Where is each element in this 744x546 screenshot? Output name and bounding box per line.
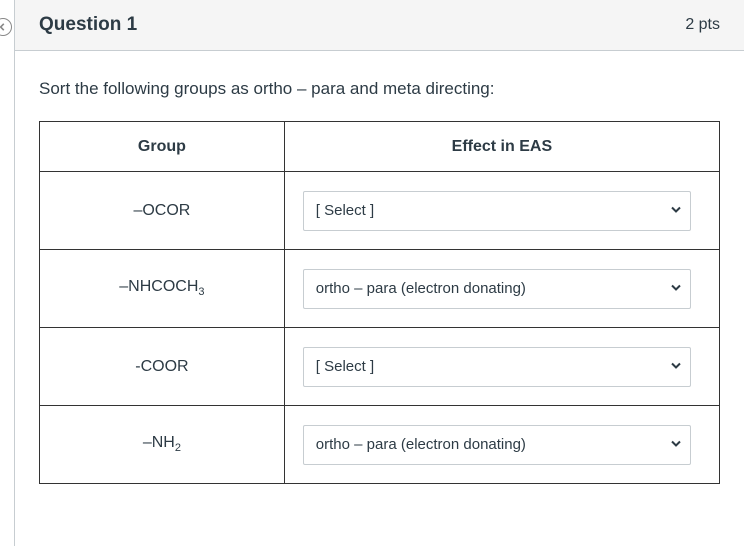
select-value: [ Select ]: [316, 358, 374, 375]
effect-select[interactable]: ortho – para (electron donating): [303, 425, 691, 465]
group-label: -COOR: [135, 358, 188, 375]
table-row: –NH2 ortho – para (electron donating): [40, 406, 720, 484]
select-value: ortho – para (electron donating): [316, 436, 526, 453]
group-label: –OCOR: [133, 202, 190, 219]
select-value: ortho – para (electron donating): [316, 280, 526, 297]
table-row: –OCOR [ Select ]: [40, 172, 720, 250]
chevron-down-icon: [670, 202, 682, 219]
table-row: -COOR [ Select ]: [40, 328, 720, 406]
effect-select[interactable]: ortho – para (electron donating): [303, 269, 691, 309]
question-header: Question 1 2 pts: [15, 0, 744, 51]
group-label: –NHCOCH3: [119, 278, 204, 295]
effect-select[interactable]: [ Select ]: [303, 347, 691, 387]
column-header-effect: Effect in EAS: [284, 122, 719, 172]
question-body: Sort the following groups as ortho – par…: [15, 51, 744, 508]
chevron-down-icon: [670, 358, 682, 375]
select-value: [ Select ]: [316, 202, 374, 219]
column-header-group: Group: [40, 122, 285, 172]
question-prompt: Sort the following groups as ortho – par…: [39, 79, 720, 99]
sorting-table: Group Effect in EAS –OCOR [ Select ]: [39, 121, 720, 484]
question-container: Question 1 2 pts Sort the following grou…: [14, 0, 744, 546]
question-title: Question 1: [39, 14, 137, 36]
table-row: –NHCOCH3 ortho – para (electron donating…: [40, 250, 720, 328]
group-label: –NH2: [143, 434, 181, 451]
chevron-down-icon: [670, 280, 682, 297]
question-points: 2 pts: [685, 16, 720, 34]
effect-select[interactable]: [ Select ]: [303, 191, 691, 231]
prev-question-nav[interactable]: [0, 18, 12, 36]
chevron-down-icon: [670, 436, 682, 453]
